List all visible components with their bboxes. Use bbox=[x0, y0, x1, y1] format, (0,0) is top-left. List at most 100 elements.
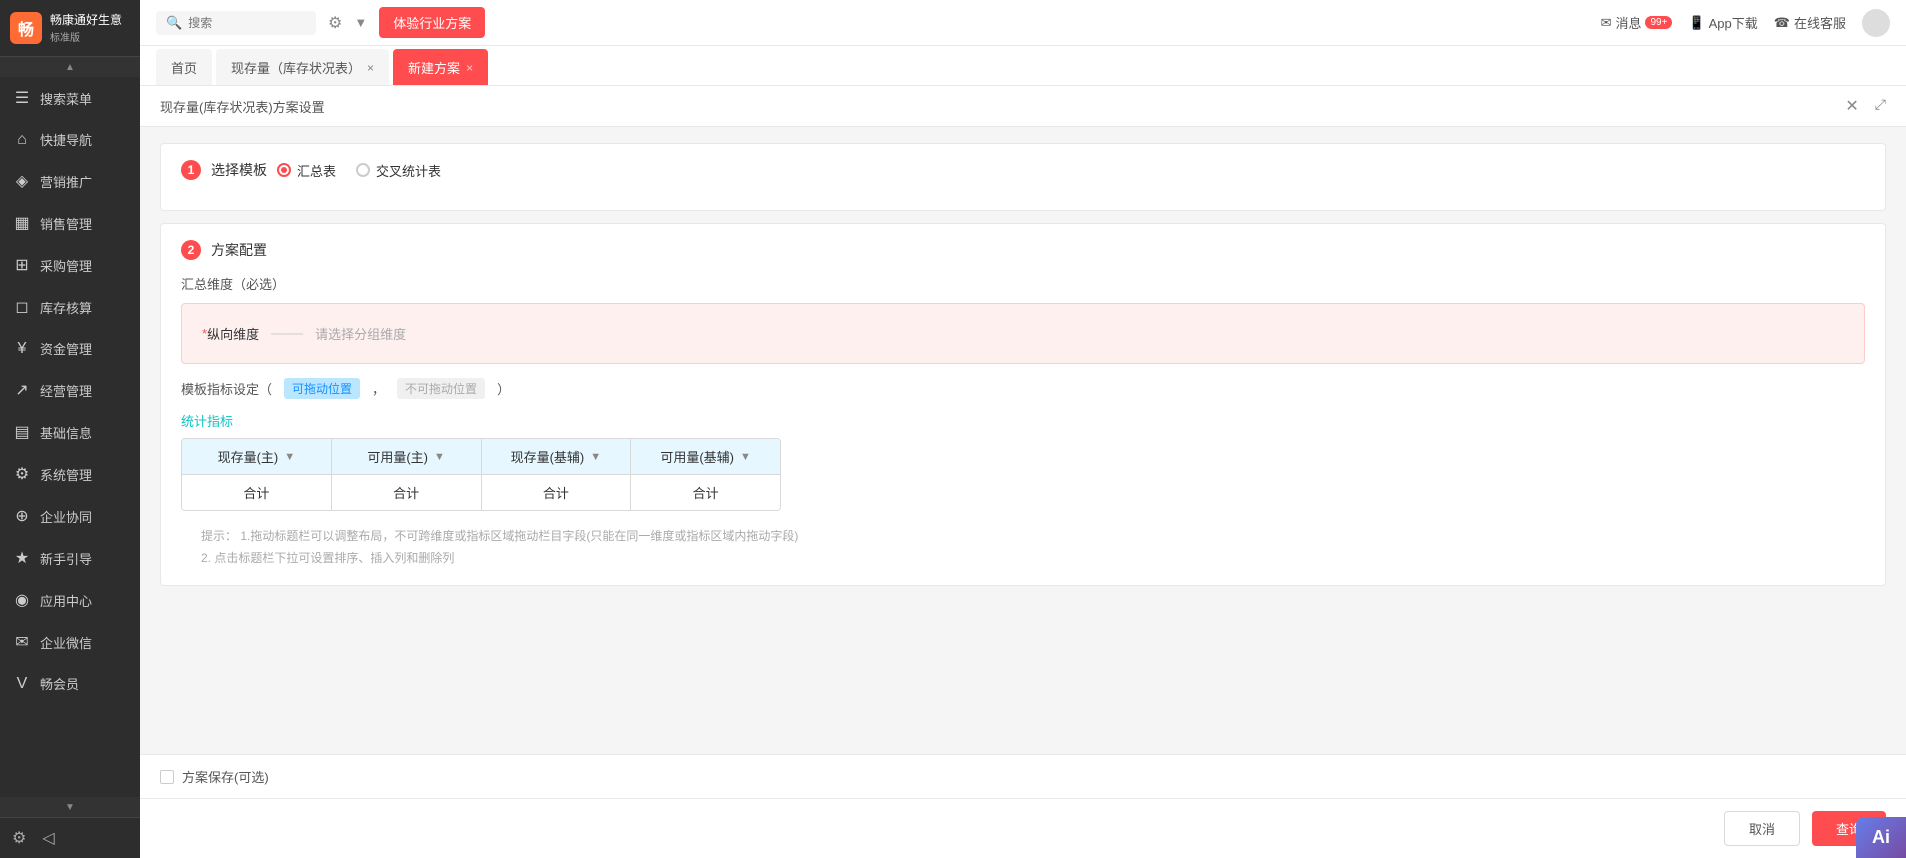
logo-icon: 畅 bbox=[10, 12, 42, 44]
ai-float-button[interactable]: Ai bbox=[1856, 817, 1906, 858]
sidebar-item-purchase[interactable]: ⊞ 采购管理 bbox=[0, 244, 140, 286]
cancel-button[interactable]: 取消 bbox=[1724, 811, 1800, 846]
save-option-label: 方案保存(可选) bbox=[182, 767, 269, 786]
indicator-comma: ， bbox=[372, 379, 385, 398]
sidebar-scroll-up[interactable]: ▲ bbox=[0, 57, 140, 77]
draggable-label: 可拖动位置 bbox=[284, 378, 360, 399]
search-menu-icon: ☰ bbox=[12, 88, 32, 108]
dim-separator: —— bbox=[271, 325, 303, 343]
stats-col-body-1: 合计 bbox=[332, 475, 481, 510]
content-area: 现存量(库存状况表)方案设置 ✕ ⤢ 1 选择模板 汇总表 bbox=[140, 86, 1906, 798]
app-download-button[interactable]: 📱 App下载 bbox=[1688, 13, 1757, 32]
draggable-chip: 可拖动位置 bbox=[284, 378, 360, 399]
expand-panel-button[interactable]: ⤢ bbox=[1875, 96, 1886, 116]
settings-gear-icon[interactable]: ⚙ bbox=[328, 13, 342, 33]
sidebar-item-collab[interactable]: ⊕ 企业协同 bbox=[0, 495, 140, 537]
stats-col-1: 可用量(主) ▼ 合计 bbox=[332, 439, 482, 510]
tip-1: 提示： 1.拖动标题栏可以调整布局，不可跨维度或指标区域拖动栏目字段(只能在同一… bbox=[201, 526, 1865, 548]
phone-icon: 📱 bbox=[1688, 15, 1704, 31]
chevron-down-icon-1[interactable]: ▼ bbox=[434, 451, 445, 463]
sidebar-item-system[interactable]: ⚙ 系统管理 bbox=[0, 453, 140, 495]
tab-inventory-close[interactable]: × bbox=[367, 61, 374, 75]
page-title: 现存量(库存状况表)方案设置 bbox=[160, 97, 325, 116]
footer-bar: 取消 查询 bbox=[140, 798, 1906, 858]
gift-icon: ◈ bbox=[12, 171, 32, 191]
sidebar-item-wechat[interactable]: ✉ 企业微信 bbox=[0, 621, 140, 663]
tab-new-plan[interactable]: 新建方案 × bbox=[393, 49, 488, 85]
sidebar-nav: ☰ 搜索菜单 ⌂ 快捷导航 ◈ 营销推广 ▦ 销售管理 ⊞ 采购管理 ◻ 库存核… bbox=[0, 77, 140, 797]
sidebar-item-search[interactable]: ☰ 搜索菜单 bbox=[0, 77, 140, 119]
headset-icon: ☎ bbox=[1774, 15, 1790, 31]
settings-icon[interactable]: ⚙ bbox=[12, 828, 26, 848]
sidebar-item-newbie[interactable]: ★ 新手引导 bbox=[0, 537, 140, 579]
indicator-suffix: ） bbox=[497, 379, 510, 398]
chart-icon: ▦ bbox=[12, 213, 32, 233]
sidebar-item-member[interactable]: V 畅会员 bbox=[0, 663, 140, 704]
sidebar-item-basic[interactable]: ▤ 基础信息 bbox=[0, 411, 140, 453]
save-option-checkbox[interactable] bbox=[160, 770, 174, 784]
chevron-down-icon-3[interactable]: ▼ bbox=[740, 451, 751, 463]
message-icon: ✉ bbox=[1601, 15, 1612, 31]
stats-col-body-2: 合计 bbox=[482, 475, 631, 510]
tip-2: 2. 点击标题栏下拉可设置排序、插入列和删除列 bbox=[201, 548, 1865, 570]
not-draggable-label: 不可拖动位置 bbox=[397, 378, 485, 399]
chevron-down-icon-2[interactable]: ▼ bbox=[590, 451, 601, 463]
stats-col-header-1[interactable]: 可用量(主) ▼ bbox=[332, 439, 481, 475]
radio-cross-indicator bbox=[356, 163, 370, 177]
stats-title: 统计指标 bbox=[181, 411, 1865, 430]
search-icon: 🔍 bbox=[166, 15, 182, 31]
sidebar-item-management[interactable]: ↗ 经营管理 bbox=[0, 369, 140, 411]
stats-col-3: 可用量(基辅) ▼ 合计 bbox=[631, 439, 780, 510]
chevron-down-icon-0[interactable]: ▼ bbox=[284, 451, 295, 463]
sidebar-item-sales[interactable]: ▦ 销售管理 bbox=[0, 202, 140, 244]
stats-col-2: 现存量(基辅) ▼ 合计 bbox=[482, 439, 632, 510]
dim-label: 汇总维度（必选） bbox=[181, 274, 1865, 293]
info-icon: ▤ bbox=[12, 422, 32, 442]
step1-section: 1 选择模板 汇总表 交叉统计表 bbox=[160, 143, 1886, 211]
search-input[interactable] bbox=[188, 16, 288, 30]
stats-col-header-3[interactable]: 可用量(基辅) ▼ bbox=[631, 439, 780, 475]
sidebar-bottom: ⚙ ◁ bbox=[0, 817, 140, 858]
sidebar-item-inventory[interactable]: ◻ 库存核算 bbox=[0, 286, 140, 328]
vip-icon: V bbox=[12, 675, 32, 693]
stats-col-body-3: 合计 bbox=[631, 475, 780, 510]
indicator-label-text: 模板指标设定（ bbox=[181, 379, 272, 398]
step1-header: 1 选择模板 汇总表 交叉统计表 bbox=[181, 160, 1865, 180]
box-icon: ◻ bbox=[12, 297, 32, 317]
sidebar: 畅 畅康通好生意 标准版 ▲ ☰ 搜索菜单 ⌂ 快捷导航 ◈ 营销推广 ▦ 销售… bbox=[0, 0, 140, 858]
tab-new-plan-close[interactable]: × bbox=[466, 61, 473, 75]
radio-summary-table[interactable]: 汇总表 bbox=[277, 161, 336, 180]
dimension-area[interactable]: * 纵向维度 —— 请选择分组维度 bbox=[181, 303, 1865, 364]
dropdown-arrow-icon[interactable]: ▼ bbox=[354, 15, 367, 30]
sidebar-item-nav[interactable]: ⌂ 快捷导航 bbox=[0, 119, 140, 160]
industry-solution-button[interactable]: 体验行业方案 bbox=[379, 7, 485, 38]
content-header: 现存量(库存状况表)方案设置 ✕ ⤢ bbox=[140, 86, 1906, 127]
logo-text: 畅康通好生意 标准版 bbox=[50, 12, 122, 44]
sidebar-item-marketing[interactable]: ◈ 营销推广 bbox=[0, 160, 140, 202]
user-avatar[interactable] bbox=[1862, 9, 1890, 37]
app-logo: 畅 畅康通好生意 标准版 bbox=[0, 0, 140, 57]
messages-button[interactable]: ✉ 消息 99+ bbox=[1601, 13, 1673, 32]
money-icon: ¥ bbox=[12, 340, 32, 358]
cart-icon: ⊞ bbox=[12, 255, 32, 275]
topbar-search-box[interactable]: 🔍 bbox=[156, 11, 316, 35]
tab-home[interactable]: 首页 bbox=[156, 49, 212, 85]
dim-placeholder: 请选择分组维度 bbox=[315, 324, 406, 343]
online-service-button[interactable]: ☎ 在线客服 bbox=[1774, 13, 1846, 32]
radio-cross-table[interactable]: 交叉统计表 bbox=[356, 161, 441, 180]
stats-table-header: 现存量(主) ▼ 合计 可用量(主) ▼ 合计 bbox=[182, 439, 780, 510]
radio-summary-indicator bbox=[277, 163, 291, 177]
close-panel-button[interactable]: ✕ bbox=[1845, 96, 1858, 116]
content-body: 1 选择模板 汇总表 交叉统计表 bbox=[140, 127, 1906, 742]
stats-col-body-0: 合计 bbox=[182, 475, 331, 510]
sidebar-item-appstore[interactable]: ◉ 应用中心 bbox=[0, 579, 140, 621]
tab-inventory[interactable]: 现存量（库存状况表） × bbox=[216, 49, 389, 85]
speaker-icon[interactable]: ◁ bbox=[42, 828, 54, 848]
stats-col-header-2[interactable]: 现存量(基辅) ▼ bbox=[482, 439, 631, 475]
sidebar-scroll-down[interactable]: ▼ bbox=[0, 797, 140, 817]
new-icon: ★ bbox=[12, 548, 32, 568]
sidebar-item-finance[interactable]: ¥ 资金管理 bbox=[0, 328, 140, 369]
stats-col-header-0[interactable]: 现存量(主) ▼ bbox=[182, 439, 331, 475]
gear-icon: ⚙ bbox=[12, 464, 32, 484]
tabbar: 首页 现存量（库存状况表） × 新建方案 × bbox=[140, 46, 1906, 86]
